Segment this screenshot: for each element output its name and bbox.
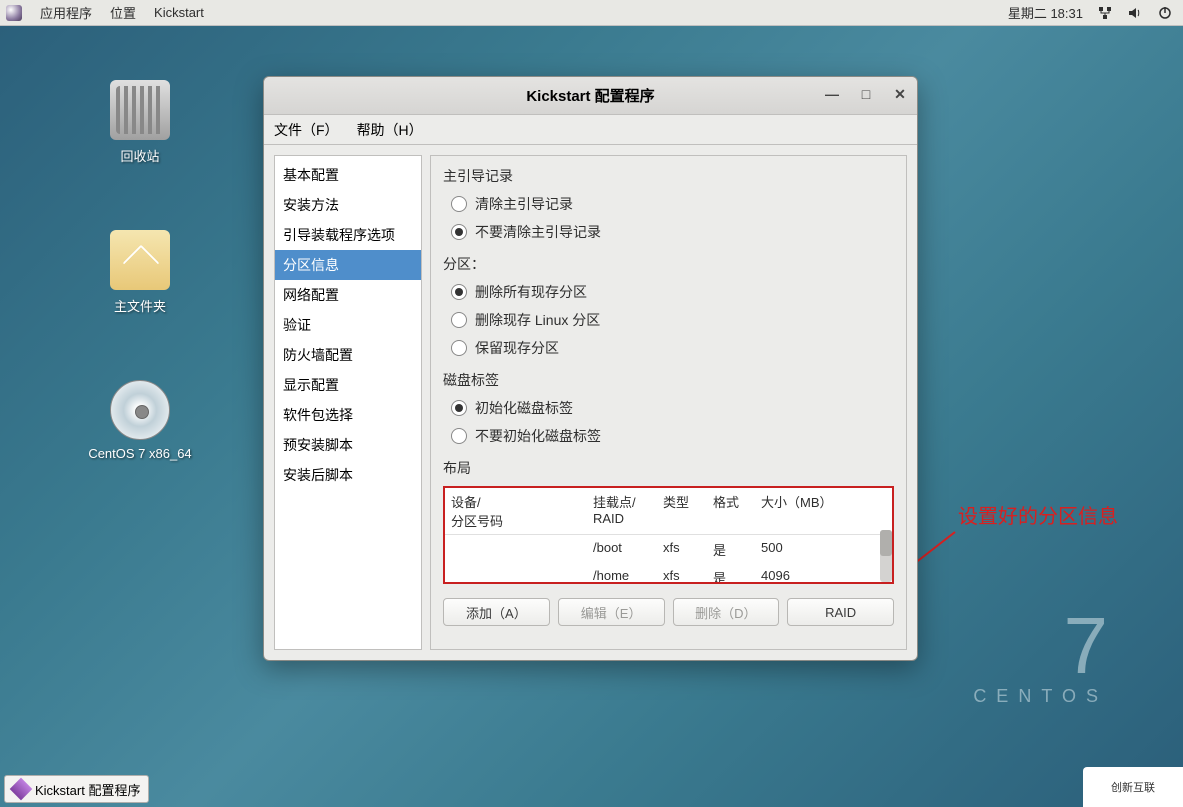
radio-icon [451,312,467,328]
col-format[interactable]: 格式 [707,488,755,534]
cell-format: 是 [707,564,755,584]
radio-icon [451,284,467,300]
mbr-label: 清除主引导记录 [475,194,573,214]
sidebar-item[interactable]: 预安装脚本 [275,430,421,460]
mbr-option[interactable]: 清除主引导记录 [443,190,894,218]
raid-button[interactable]: RAID [787,598,894,626]
radio-icon [451,340,467,356]
mbr-label: 不要清除主引导记录 [475,222,601,242]
partition-label: 保留现存分区 [475,338,559,358]
centos-watermark: 7 CENTOS [973,606,1108,707]
cell-mount: /boot [587,536,657,563]
sidebar-item[interactable]: 引导装载程序选项 [275,220,421,250]
window-titlebar[interactable]: Kickstart 配置程序 — □ ✕ [264,77,917,115]
mbr-option[interactable]: 不要清除主引导记录 [443,218,894,246]
home-folder-icon [110,230,170,290]
cdrom-label: CentOS 7 x86_64 [60,446,220,461]
centos-name: CENTOS [973,686,1108,707]
kickstart-app-icon [10,778,33,801]
maximize-button[interactable]: □ [857,85,875,103]
disklabel-label: 不要初始化磁盘标签 [475,426,601,446]
system-logo-icon [6,5,22,21]
disklabel-label: 初始化磁盘标签 [475,398,573,418]
radio-icon [451,428,467,444]
volume-icon[interactable] [1127,5,1143,21]
radio-icon [451,224,467,240]
kickstart-window: Kickstart 配置程序 — □ ✕ 文件（F） 帮助（H） 基本配置安装方… [263,76,918,661]
sidebar-item[interactable]: 分区信息 [275,250,421,280]
partition-option[interactable]: 删除现存 Linux 分区 [443,306,894,334]
delete-button[interactable]: 删除（D） [673,598,780,626]
minimize-button[interactable]: — [823,85,841,103]
sidebar-item[interactable]: 基本配置 [275,160,421,190]
menu-help[interactable]: 帮助（H） [357,120,423,140]
site-watermark: 创新互联 [1083,767,1183,807]
annotation-text: 设置好的分区信息 [958,500,1118,529]
network-icon[interactable] [1097,5,1113,21]
sidebar-item[interactable]: 安装方法 [275,190,421,220]
menu-places[interactable]: 位置 [110,3,136,22]
trash-label: 回收站 [70,146,210,165]
window-title: Kickstart 配置程序 [526,85,654,106]
sidebar-item[interactable]: 软件包选择 [275,400,421,430]
section-partition-title: 分区： [443,254,894,274]
table-row[interactable]: /bootxfs是500 [445,535,892,563]
radio-icon [451,400,467,416]
partition-layout-table[interactable]: 设备/ 分区号码 挂载点/ RAID 类型 格式 大小（MB） /bootxfs… [443,486,894,584]
partition-pane: 主引导记录 清除主引导记录不要清除主引导记录 分区： 删除所有现存分区删除现存 … [430,155,907,650]
desktop-icon-trash[interactable]: 回收站 [70,80,210,165]
disklabel-option[interactable]: 初始化磁盘标签 [443,394,894,422]
cell-device [445,536,587,563]
power-icon[interactable] [1157,5,1173,21]
cdrom-icon [110,380,170,440]
cell-type: xfs [657,564,707,584]
taskbar-app-label: Kickstart 配置程序 [35,780,140,799]
cell-type: xfs [657,536,707,563]
sidebar-item[interactable]: 安装后脚本 [275,460,421,490]
partition-label: 删除所有现存分区 [475,282,587,302]
col-mount[interactable]: 挂载点/ RAID [587,488,657,534]
table-row[interactable]: /homexfs是4096 [445,563,892,584]
sidebar-item[interactable]: 防火墙配置 [275,340,421,370]
add-button[interactable]: 添加（A） [443,598,550,626]
edit-button[interactable]: 编辑（E） [558,598,665,626]
menu-applications[interactable]: 应用程序 [40,3,92,22]
close-button[interactable]: ✕ [891,85,909,103]
sidebar-item[interactable]: 验证 [275,310,421,340]
centos-version: 7 [973,606,1108,686]
col-device[interactable]: 设备/ 分区号码 [445,488,587,534]
col-type[interactable]: 类型 [657,488,707,534]
cell-size: 500 [755,536,845,563]
cell-mount: /home [587,564,657,584]
cell-size: 4096 [755,564,845,584]
active-app-name[interactable]: Kickstart [154,5,204,20]
home-label: 主文件夹 [70,296,210,315]
taskbar-item-kickstart[interactable]: Kickstart 配置程序 [4,775,149,803]
radio-icon [451,196,467,212]
layout-scrollbar-thumb[interactable] [880,530,892,556]
section-layout-title: 布局 [443,458,894,478]
desktop-icon-cdrom[interactable]: CentOS 7 x86_64 [60,380,220,461]
top-panel: 应用程序 位置 Kickstart 星期二 18:31 [0,0,1183,26]
menubar: 文件（F） 帮助（H） [264,115,917,145]
col-size[interactable]: 大小（MB） [755,488,845,534]
sidebar-item[interactable]: 网络配置 [275,280,421,310]
disklabel-option[interactable]: 不要初始化磁盘标签 [443,422,894,450]
partition-label: 删除现存 Linux 分区 [475,310,600,330]
clock[interactable]: 星期二 18:31 [1008,3,1083,22]
trash-icon [110,80,170,140]
section-mbr-title: 主引导记录 [443,166,894,186]
desktop-icon-home[interactable]: 主文件夹 [70,230,210,315]
sidebar: 基本配置安装方法引导装载程序选项分区信息网络配置验证防火墙配置显示配置软件包选择… [274,155,422,650]
partition-option[interactable]: 删除所有现存分区 [443,278,894,306]
cell-format: 是 [707,536,755,563]
cell-device [445,564,587,584]
sidebar-item[interactable]: 显示配置 [275,370,421,400]
partition-option[interactable]: 保留现存分区 [443,334,894,362]
menu-file[interactable]: 文件（F） [274,120,339,140]
section-disklabel-title: 磁盘标签 [443,370,894,390]
